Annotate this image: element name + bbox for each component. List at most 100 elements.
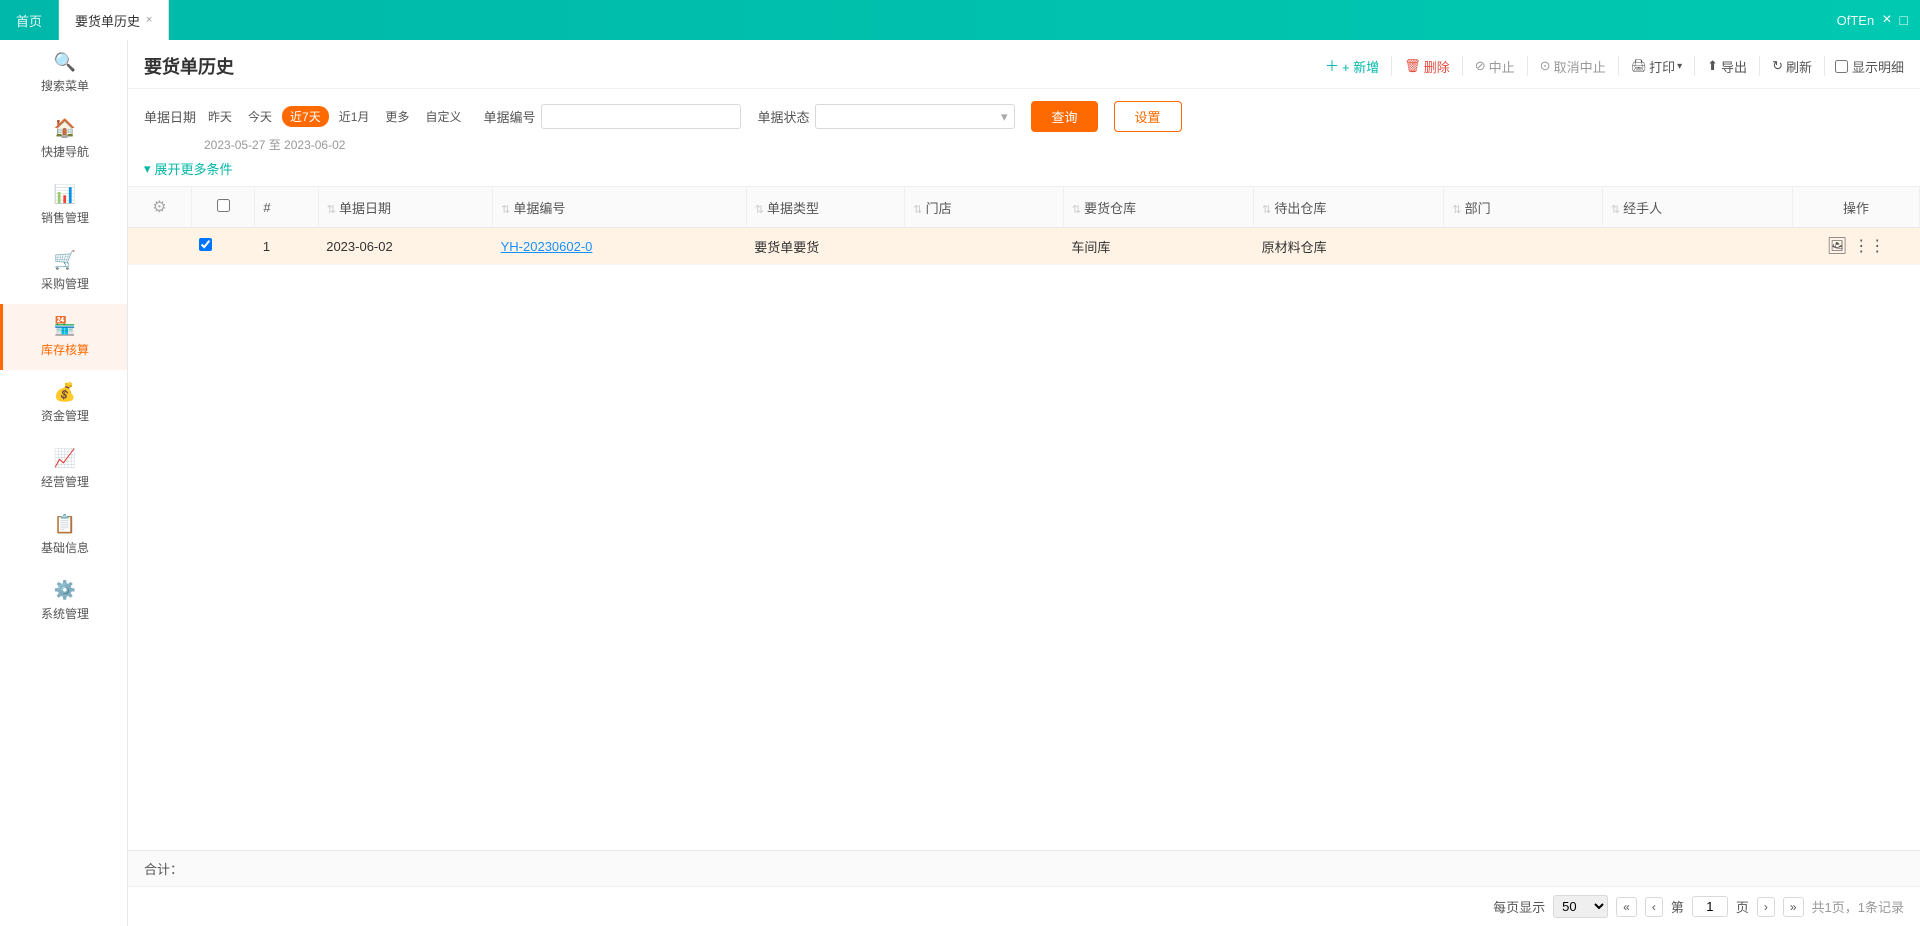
row-date: 2023-06-02 xyxy=(318,228,492,265)
query-button[interactable]: 查询 xyxy=(1031,101,1097,132)
delete-button[interactable]: 🗑 删除 xyxy=(1402,53,1452,80)
th-action: 操作 xyxy=(1793,187,1920,228)
per-page-label: 每页显示 xyxy=(1493,897,1545,916)
th-dept[interactable]: 部门 xyxy=(1444,187,1603,228)
date-btn-yesterday[interactable]: 昨天 xyxy=(202,106,238,127)
row-more-icon[interactable]: ⋮⋮ xyxy=(1853,236,1885,256)
row-view-icon[interactable]: 🖼 xyxy=(1827,236,1847,256)
sidebar-item-purchase-label: 采购管理 xyxy=(41,275,89,292)
date-btn-7days[interactable]: 近7天 xyxy=(282,106,329,127)
stop-label: 中止 xyxy=(1489,57,1515,76)
row-checkbox[interactable] xyxy=(199,238,212,251)
th-req-wh[interactable]: 要货仓库 xyxy=(1063,187,1253,228)
th-date[interactable]: 单据日期 xyxy=(318,187,492,228)
th-settings: ⚙ xyxy=(128,187,191,228)
operations-icon: 📈 xyxy=(54,448,76,469)
stop-button[interactable]: ⊘ 中止 xyxy=(1473,53,1517,80)
stop-icon: ⊘ xyxy=(1475,58,1486,74)
th-code[interactable]: 单据编号 xyxy=(493,187,747,228)
row-code[interactable]: YH-20230602-0 xyxy=(493,228,747,265)
sidebar-item-sales[interactable]: 📊 销售管理 xyxy=(0,172,127,238)
print-label: 打印 xyxy=(1649,57,1675,76)
cancel-stop-button[interactable]: ⊙ 取消中止 xyxy=(1538,53,1608,80)
tab-home[interactable]: 首页 xyxy=(0,0,59,40)
delete-icon: 🗑 xyxy=(1404,58,1421,74)
export-button[interactable]: ⬆ 导出 xyxy=(1705,53,1749,80)
date-filter-btns: 昨天 今天 近7天 近1月 更多 自定义 xyxy=(202,106,467,127)
add-label: + 新增 xyxy=(1342,57,1379,76)
sidebar-item-system-label: 系统管理 xyxy=(41,605,89,622)
row-actions: 🖼 ⋮⋮ xyxy=(1793,228,1920,265)
sidebar-item-operations[interactable]: 📈 经营管理 xyxy=(0,436,127,502)
sidebar-item-purchase[interactable]: 🛒 采购管理 xyxy=(0,238,127,304)
separator-5 xyxy=(1694,56,1695,76)
purchase-icon: 🛒 xyxy=(54,250,76,271)
last-page-btn[interactable]: » xyxy=(1783,897,1804,917)
expand-more[interactable]: ▾ 展开更多条件 xyxy=(144,159,1904,178)
date-btn-1month[interactable]: 近1月 xyxy=(333,106,376,127)
separator-6 xyxy=(1759,56,1760,76)
page-label: 第 xyxy=(1671,897,1684,916)
th-person[interactable]: 经手人 xyxy=(1602,187,1792,228)
tab-home-label: 首页 xyxy=(16,11,42,30)
status-select-wrapper xyxy=(815,104,1015,129)
sidebar-item-search[interactable]: 🔍 搜索菜单 xyxy=(0,40,127,106)
minimize-icon[interactable]: □ xyxy=(1900,12,1908,28)
separator-1 xyxy=(1391,56,1392,76)
refresh-icon: ↻ xyxy=(1772,58,1783,74)
row-code-link[interactable]: YH-20230602-0 xyxy=(501,239,593,254)
date-btn-today[interactable]: 今天 xyxy=(242,106,278,127)
row-expand xyxy=(128,228,191,265)
content-area: 要货单历史 ＋ + 新增 🗑 删除 ⊘ 中止 ⊙ xyxy=(128,40,1920,926)
setting-button[interactable]: 设置 xyxy=(1114,101,1182,132)
cancel-stop-icon: ⊙ xyxy=(1540,58,1551,74)
tab-bar: 首页 要货单历史 × xyxy=(0,0,1825,40)
toolbar: ＋ + 新增 🗑 删除 ⊘ 中止 ⊙ 取消中止 xyxy=(1323,52,1904,80)
tab-close-icon[interactable]: × xyxy=(146,14,152,26)
row-dept xyxy=(1444,228,1603,265)
sidebar-item-quicknav-label: 快捷导航 xyxy=(41,143,89,160)
first-page-btn[interactable]: « xyxy=(1616,897,1637,917)
th-checkbox xyxy=(191,187,254,228)
page-title: 要货单历史 xyxy=(144,53,234,79)
th-wait-wh[interactable]: 待出仓库 xyxy=(1254,187,1444,228)
show-detail-checkbox-label[interactable]: 显示明细 xyxy=(1835,57,1904,76)
query-bar: 单据日期 昨天 今天 近7天 近1月 更多 自定义 单据编号 xyxy=(128,89,1920,187)
refresh-button[interactable]: ↻ 刷新 xyxy=(1770,53,1814,80)
th-store[interactable]: 门店 xyxy=(905,187,1064,228)
table-settings-gear-icon[interactable]: ⚙ xyxy=(152,199,166,216)
sidebar-item-finance[interactable]: 💰 资金管理 xyxy=(0,370,127,436)
show-detail-label: 显示明细 xyxy=(1852,57,1904,76)
code-label: 单据编号 xyxy=(483,107,535,126)
sidebar-item-quicknav[interactable]: 🏠 快捷导航 xyxy=(0,106,127,172)
date-btn-more[interactable]: 更多 xyxy=(379,106,415,127)
status-field: 单据状态 xyxy=(757,104,1015,129)
page-input[interactable] xyxy=(1692,896,1728,917)
add-button[interactable]: ＋ + 新增 xyxy=(1323,52,1381,80)
close-window-icon[interactable]: × xyxy=(1882,11,1891,29)
date-btn-custom[interactable]: 自定义 xyxy=(419,106,467,127)
code-input[interactable] xyxy=(541,104,741,129)
often-label: OfTEn xyxy=(1837,13,1875,28)
show-detail-checkbox[interactable] xyxy=(1835,60,1848,73)
tab-requisition-history[interactable]: 要货单历史 × xyxy=(59,0,169,40)
table-header: ⚙ # 单据日期 单据编号 单据类型 门店 要货仓库 待出仓库 部门 经手人 xyxy=(128,187,1920,228)
sidebar-item-system[interactable]: ⚙️ 系统管理 xyxy=(0,568,127,634)
sidebar-item-inventory[interactable]: 🏪 库存核算 xyxy=(0,304,127,370)
sidebar-item-inventory-label: 库存核算 xyxy=(41,341,89,358)
select-all-checkbox[interactable] xyxy=(217,199,230,212)
sidebar-item-basic-info[interactable]: 📋 基础信息 xyxy=(0,502,127,568)
print-dropdown-icon: ▾ xyxy=(1677,61,1682,72)
next-page-btn[interactable]: › xyxy=(1757,897,1775,917)
pagination-info: 共1页，1条记录 xyxy=(1812,897,1904,916)
print-button[interactable]: 🖨 打印 ▾ xyxy=(1629,53,1685,80)
separator-2 xyxy=(1462,56,1463,76)
table-row: 1 2023-06-02 YH-20230602-0 要货单要货 车间库 原材料… xyxy=(128,228,1920,265)
status-select[interactable] xyxy=(815,104,1015,129)
th-type[interactable]: 单据类型 xyxy=(746,187,905,228)
per-page-select[interactable]: 50 20 100 200 xyxy=(1553,895,1608,918)
row-checkbox-cell xyxy=(191,228,254,265)
separator-3 xyxy=(1527,56,1528,76)
table-body: 1 2023-06-02 YH-20230602-0 要货单要货 车间库 原材料… xyxy=(128,228,1920,265)
prev-page-btn[interactable]: ‹ xyxy=(1645,897,1663,917)
